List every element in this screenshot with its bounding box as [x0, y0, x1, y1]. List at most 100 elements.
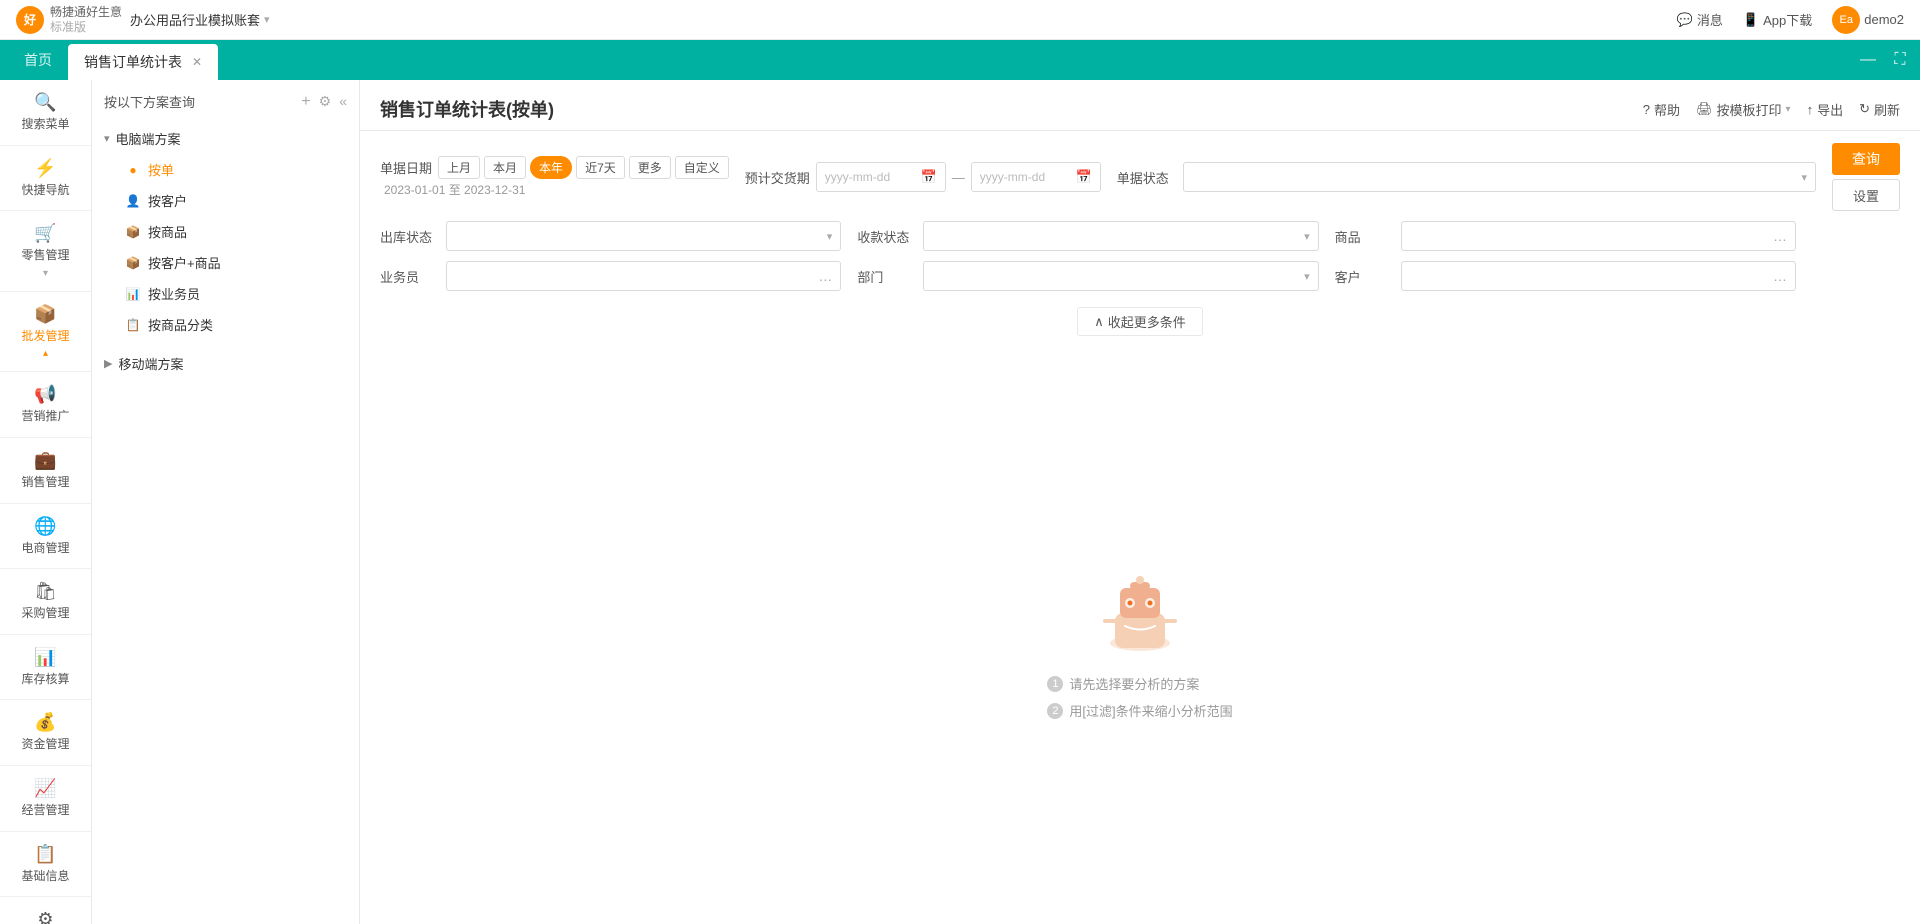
sidebar-item-operations[interactable]: 📈 经营管理 [0, 766, 91, 832]
company-selector[interactable]: 办公用品行业模拟账套 ▾ [130, 10, 270, 29]
left-panel: 按以下方案查询 + ⚙ « ▾ 电脑端方案 ● 按单 [92, 80, 360, 924]
tab-expand-button[interactable]: ⛶ [1888, 48, 1912, 72]
tree-item-by-category[interactable]: 📋 按商品分类 [104, 309, 359, 340]
calendar-icon: 📅 [1076, 169, 1092, 185]
ecommerce-icon: 🌐 [34, 516, 56, 537]
inventory-icon: 📊 [34, 647, 56, 668]
table-icon: 📋 [124, 316, 142, 334]
tab-minimize-button[interactable]: — [1856, 48, 1880, 72]
date-btn-last-7-days[interactable]: 近7天 [576, 156, 625, 179]
goods-icon: 📦 [124, 223, 142, 241]
date-btn-last-month[interactable]: 上月 [438, 156, 480, 179]
message-action[interactable]: 💬 消息 [1677, 10, 1723, 29]
sidebar-item-base-info[interactable]: 📋 基础信息 [0, 832, 91, 898]
top-bar: 好 畅捷通好生意 标准版 办公用品行业模拟账套 ▾ 💬 消息 📱 App下载 E… [0, 0, 1920, 40]
tree-item-label: 按单 [148, 160, 174, 179]
date-btn-more[interactable]: 更多 [629, 156, 671, 179]
sales-icon: 💼 [34, 450, 56, 471]
sidebar-item-wholesale[interactable]: 📦 批发管理 ▴ [0, 292, 91, 373]
bill-status-select[interactable]: ▾ [1183, 162, 1816, 192]
sidebar-item-inventory[interactable]: 📊 库存核算 [0, 635, 91, 701]
page-title: 销售订单统计表(按单) [380, 96, 554, 122]
date-btn-this-year[interactable]: 本年 [530, 156, 572, 179]
tree-item-by-customer[interactable]: 👤 按客户 [104, 185, 359, 216]
date-from-input[interactable]: yyyy-mm-dd 📅 [816, 162, 946, 192]
tree-item-by-salesman[interactable]: 📊 按业务员 [104, 278, 359, 309]
more-dots-icon[interactable]: … [1773, 268, 1787, 284]
template-print-action[interactable]: 🖨 按模板打印 ▾ [1696, 100, 1791, 119]
sidebar-item-finance[interactable]: 💰 资金管理 [0, 700, 91, 766]
tree-item-label: 按商品 [148, 222, 187, 241]
more-dots-icon[interactable]: … [818, 268, 832, 284]
sidebar-item-system[interactable]: ⚙ 系统管理 [0, 897, 91, 924]
print-icon: 🖨 [1696, 101, 1713, 117]
date-btn-custom[interactable]: 自定义 [675, 156, 729, 179]
sidebar-item-purchase[interactable]: 🛍 采购管理 [0, 569, 91, 635]
customer-label: 客户 [1335, 267, 1395, 286]
tree-item-label: 按客户 [148, 191, 187, 210]
date-btn-this-month[interactable]: 本月 [484, 156, 526, 179]
tree-item-by-order[interactable]: ● 按单 [104, 154, 359, 185]
add-scheme-button[interactable]: + [301, 93, 310, 111]
query-buttons: 查询 设置 [1832, 143, 1900, 211]
chevron-down-icon: ▾ [1304, 230, 1310, 243]
export-action[interactable]: ↑ 导出 [1807, 100, 1844, 119]
mobile-section-label: 移动端方案 [118, 354, 183, 373]
page-actions: ? 帮助 🖨 按模板打印 ▾ ↑ 导出 ↻ 刷新 [1643, 100, 1900, 119]
bar-chart-icon: 📊 [124, 285, 142, 303]
tree-item-by-customer-goods[interactable]: 📦 按客户+商品 [104, 247, 359, 278]
sidebar-item-quick-nav[interactable]: ⚡ 快捷导航 [0, 146, 91, 212]
user-action[interactable]: Ea demo2 [1832, 6, 1904, 34]
salesman-select[interactable]: … [446, 261, 841, 291]
export-icon: ↑ [1807, 102, 1814, 117]
purchase-icon: 🛍 [34, 581, 57, 602]
settings-button[interactable]: 设置 [1832, 179, 1900, 211]
goods-group: 商品 … [1335, 221, 1796, 251]
chevron-down-icon: ▾ [104, 132, 110, 145]
date-to-input[interactable]: yyyy-mm-dd 📅 [971, 162, 1101, 192]
shipping-status-select[interactable]: ▾ [446, 221, 841, 251]
tree-children-pc: ● 按单 👤 按客户 📦 按商品 📦 按客户+商品 [92, 154, 359, 340]
bill-status-group: 单据状态 ▾ [1117, 162, 1816, 192]
right-main: 销售订单统计表(按单) ? 帮助 🖨 按模板打印 ▾ ↑ 导出 [360, 80, 1920, 924]
sidebar-item-retail[interactable]: 🛒 零售管理 ▾ [0, 211, 91, 292]
tree-parent-pc[interactable]: ▾ 电脑端方案 [92, 123, 359, 154]
chevron-down-icon: ▾ [264, 13, 270, 26]
help-action[interactable]: ? 帮助 [1643, 100, 1680, 119]
query-button[interactable]: 查询 [1832, 143, 1900, 175]
chevron-up-icon: ▴ [43, 348, 48, 359]
tab-home[interactable]: 首页 [8, 40, 68, 80]
chevron-down-icon: ▾ [827, 230, 833, 243]
payment-status-label: 收款状态 [857, 227, 917, 246]
customer-select[interactable]: … [1401, 261, 1796, 291]
pc-section-label: 电脑端方案 [116, 129, 181, 148]
date-label: 单据日期 [380, 158, 432, 177]
collapse-button[interactable]: ∧ 收起更多条件 [1077, 307, 1203, 336]
more-dots-icon[interactable]: … [1773, 228, 1787, 244]
collapse-panel-button[interactable]: « [339, 93, 347, 111]
tree-parent-mobile[interactable]: ▶ 移动端方案 [92, 348, 359, 379]
dept-select[interactable]: ▾ [923, 261, 1318, 291]
tab-bar-actions: — ⛶ [1856, 48, 1912, 72]
tree-section-mobile: ▶ 移动端方案 [92, 344, 359, 383]
sidebar-item-ecommerce[interactable]: 🌐 电商管理 [0, 504, 91, 570]
goods-select[interactable]: … [1401, 221, 1796, 251]
quick-nav-icon: ⚡ [34, 158, 56, 179]
settings-scheme-button[interactable]: ⚙ [319, 93, 332, 111]
sidebar-item-marketing[interactable]: 📢 营销推广 [0, 372, 91, 438]
sidebar-item-sales[interactable]: 💼 销售管理 [0, 438, 91, 504]
payment-status-select[interactable]: ▾ [923, 221, 1318, 251]
operations-icon: 📈 [34, 778, 56, 799]
sidebar-item-search-menu[interactable]: 🔍 搜索菜单 [0, 80, 91, 146]
filter-area: 单据日期 上月 本月 本年 近7天 更多 自定义 2023-01-0 [360, 131, 1920, 354]
tip-num-1: 1 [1047, 676, 1063, 692]
app-download-action[interactable]: 📱 App下载 [1743, 10, 1812, 29]
tree-item-label: 按商品分类 [148, 315, 213, 334]
person-icon: 👤 [124, 192, 142, 210]
tree-item-label: 按客户+商品 [148, 253, 221, 272]
top-bar-right: 💬 消息 📱 App下载 Ea demo2 [1677, 6, 1904, 34]
tab-sales-order[interactable]: 销售订单统计表 ✕ [68, 44, 218, 80]
tab-close-icon[interactable]: ✕ [192, 55, 202, 69]
tree-item-by-goods[interactable]: 📦 按商品 [104, 216, 359, 247]
refresh-action[interactable]: ↻ 刷新 [1859, 100, 1900, 119]
